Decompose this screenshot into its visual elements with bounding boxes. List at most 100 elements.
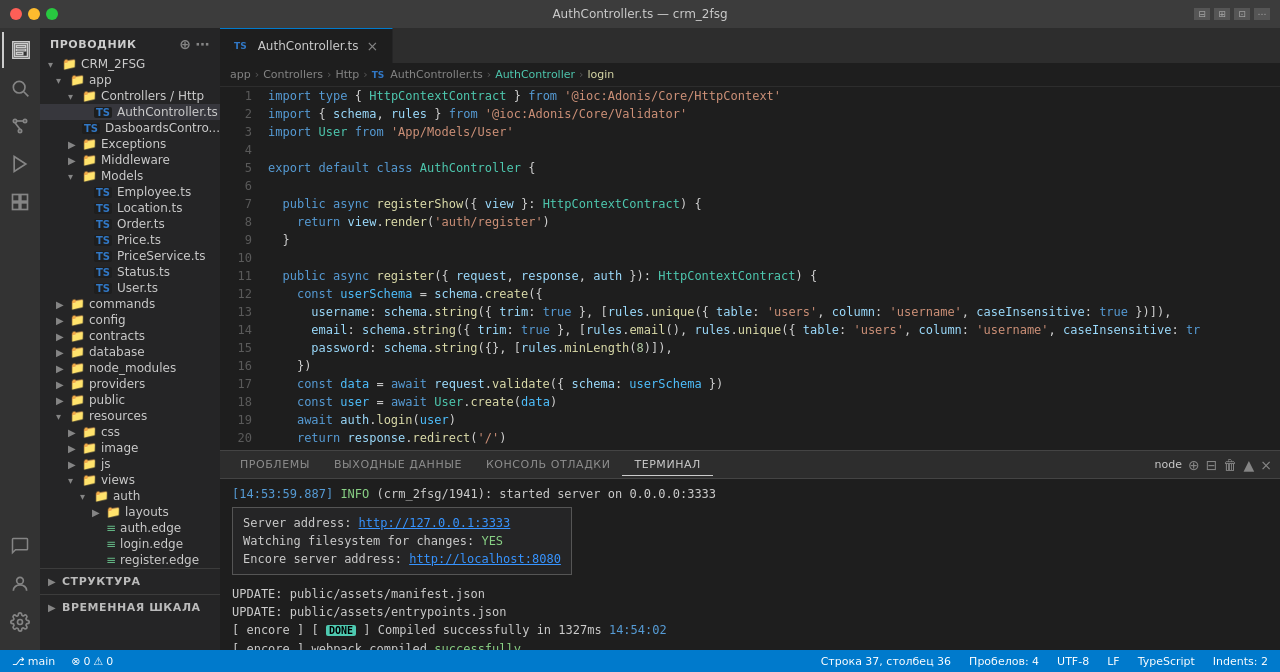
sidebar-item-login-edge[interactable]: ≡ login.edge <box>40 536 220 552</box>
breadcrumb-http[interactable]: Http <box>335 68 359 81</box>
layout-icon[interactable]: ⊟ <box>1194 8 1210 20</box>
code-line-14[interactable]: email: schema.string({ trim: true }, [ru… <box>264 321 1200 339</box>
sidebar-item-node-modules[interactable]: ▶ 📁 node_modules <box>40 360 220 376</box>
tab-problems[interactable]: ПРОБЛЕМЫ <box>228 454 322 475</box>
close-button[interactable] <box>10 8 22 20</box>
sidebar-item-extensions[interactable] <box>2 184 38 220</box>
code-line-2[interactable]: import { schema, rules } from '@ioc:Adon… <box>264 105 1200 123</box>
new-terminal-icon[interactable]: ⊕ <box>1188 457 1200 473</box>
status-git-branch[interactable]: ⎇ main <box>8 655 59 668</box>
minimize-button[interactable] <box>28 8 40 20</box>
code-line-8[interactable]: return view.render('auth/register') <box>264 213 1200 231</box>
sidebar-item-middleware[interactable]: ▶ 📁 Middleware <box>40 152 220 168</box>
code-content[interactable]: import type { HttpContextContract } from… <box>264 87 1200 450</box>
sidebar-item-authcontroller[interactable]: TS AuthController.ts <box>40 104 220 120</box>
sidebar-item-dashboards[interactable]: TS DasboardsContro... <box>40 120 220 136</box>
breadcrumb-app[interactable]: app <box>230 68 251 81</box>
sidebar-item-employee[interactable]: TS Employee.ts <box>40 184 220 200</box>
sidebar-item-commands[interactable]: ▶ 📁 commands <box>40 296 220 312</box>
kill-terminal-icon[interactable]: 🗑 <box>1223 457 1237 473</box>
code-line-3[interactable]: import User from 'App/Models/User' <box>264 123 1200 141</box>
sidebar-item-database[interactable]: ▶ 📁 database <box>40 344 220 360</box>
breadcrumb-method[interactable]: login <box>587 68 614 81</box>
split-terminal-icon[interactable]: ⊟ <box>1206 457 1218 473</box>
sidebar-item-auth[interactable]: ▾ 📁 auth <box>40 488 220 504</box>
terminal-content[interactable]: [14:53:59.887] INFO (crm_2fsg/1941): sta… <box>220 479 1280 650</box>
sidebar-item-layouts[interactable]: ▶ 📁 layouts <box>40 504 220 520</box>
sidebar-item-auth-edge[interactable]: ≡ auth.edge <box>40 520 220 536</box>
status-encoding[interactable]: UTF-8 <box>1053 655 1093 668</box>
split-icon[interactable]: ⊞ <box>1214 8 1230 20</box>
status-spaces[interactable]: Пробелов: 4 <box>965 655 1043 668</box>
new-file-icon[interactable]: ⊕ <box>179 36 191 52</box>
sidebar-item-views[interactable]: ▾ 📁 views <box>40 472 220 488</box>
sidebar-item-register-edge[interactable]: ≡ register.edge <box>40 552 220 568</box>
account-icon[interactable] <box>2 566 38 602</box>
status-indents[interactable]: Indents: 2 <box>1209 655 1272 668</box>
code-line-18[interactable]: const user = await User.create(data) <box>264 393 1200 411</box>
sidebar-item-image[interactable]: ▶ 📁 image <box>40 440 220 456</box>
code-line-4[interactable] <box>264 141 1200 159</box>
sidebar-item-search[interactable] <box>2 70 38 106</box>
code-line-13[interactable]: username: schema.string({ trim: true }, … <box>264 303 1200 321</box>
more-icon[interactable]: ⋯ <box>1254 8 1270 20</box>
code-line-5[interactable]: export default class AuthController { <box>264 159 1200 177</box>
sidebar-item-debug[interactable] <box>2 146 38 182</box>
structure-header[interactable]: ▶ СТРУКТУРА <box>40 573 220 590</box>
tab-terminal[interactable]: ТЕРМИНАЛ <box>622 454 713 476</box>
breadcrumb-file[interactable]: AuthController.ts <box>390 68 482 81</box>
settings-icon[interactable] <box>2 604 38 640</box>
code-line-16[interactable]: }) <box>264 357 1200 375</box>
sidebar-item-models[interactable]: ▾ 📁 Models <box>40 168 220 184</box>
code-line-9[interactable]: } <box>264 231 1200 249</box>
status-line-ending[interactable]: LF <box>1103 655 1123 668</box>
code-line-17[interactable]: const data = await request.validate({ sc… <box>264 375 1200 393</box>
panel-icon[interactable]: ⊡ <box>1234 8 1250 20</box>
sidebar-item-status[interactable]: TS Status.ts <box>40 264 220 280</box>
breadcrumb-class[interactable]: AuthController <box>495 68 575 81</box>
timeline-header[interactable]: ▶ ВРЕМЕННАЯ ШКАЛА <box>40 599 220 616</box>
sidebar-item-priceservice[interactable]: TS PriceService.ts <box>40 248 220 264</box>
code-line-7[interactable]: public async registerShow({ view }: Http… <box>264 195 1200 213</box>
close-panel-icon[interactable]: × <box>1260 457 1272 473</box>
sidebar-item-resources[interactable]: ▾ 📁 resources <box>40 408 220 424</box>
status-position[interactable]: Строка 37, столбец 36 <box>817 655 955 668</box>
code-line-6[interactable] <box>264 177 1200 195</box>
sidebar-item-js[interactable]: ▶ 📁 js <box>40 456 220 472</box>
code-line-12[interactable]: const userSchema = schema.create({ <box>264 285 1200 303</box>
tab-close-icon[interactable]: × <box>364 38 380 54</box>
sidebar-item-controllers-http[interactable]: ▾ 📁 Controllers / Http <box>40 88 220 104</box>
code-line-1[interactable]: import type { HttpContextContract } from… <box>264 87 1200 105</box>
tab-output[interactable]: ВЫХОДНЫЕ ДАННЫЕ <box>322 454 474 475</box>
status-errors[interactable]: ⊗ 0 ⚠ 0 <box>67 655 117 668</box>
status-language[interactable]: TypeScript <box>1134 655 1199 668</box>
remote-icon[interactable] <box>2 528 38 564</box>
code-line-10[interactable] <box>264 249 1200 267</box>
sidebar-item-contracts[interactable]: ▶ 📁 contracts <box>40 328 220 344</box>
tab-authcontroller[interactable]: TS AuthController.ts × <box>220 28 393 63</box>
sidebar-item-source-control[interactable] <box>2 108 38 144</box>
sidebar-item-order[interactable]: TS Order.ts <box>40 216 220 232</box>
sidebar-item-providers[interactable]: ▶ 📁 providers <box>40 376 220 392</box>
sidebar-item-app[interactable]: ▾ 📁 app <box>40 72 220 88</box>
code-editor[interactable]: 1234567891011121314151617181920212223242… <box>220 87 1280 450</box>
sidebar-item-config[interactable]: ▶ 📁 config <box>40 312 220 328</box>
maximize-panel-icon[interactable]: ▲ <box>1243 457 1254 473</box>
more-actions-icon[interactable]: ⋯ <box>195 36 210 52</box>
sidebar-item-css[interactable]: ▶ 📁 css <box>40 424 220 440</box>
breadcrumb-controllers[interactable]: Controllers <box>263 68 323 81</box>
sidebar-item-crm2fsg[interactable]: ▾ 📁 CRM_2FSG <box>40 56 220 72</box>
tab-debug-console[interactable]: КОНСОЛЬ ОТЛАДКИ <box>474 454 622 475</box>
sidebar-item-price[interactable]: TS Price.ts <box>40 232 220 248</box>
code-line-11[interactable]: public async register({ request, respons… <box>264 267 1200 285</box>
code-line-20[interactable]: return response.redirect('/') <box>264 429 1200 447</box>
code-line-19[interactable]: await auth.login(user) <box>264 411 1200 429</box>
sidebar-item-location[interactable]: TS Location.ts <box>40 200 220 216</box>
code-line-15[interactable]: password: schema.string({}, [rules.minLe… <box>264 339 1200 357</box>
maximize-button[interactable] <box>46 8 58 20</box>
sidebar-item-user[interactable]: TS User.ts <box>40 280 220 296</box>
sidebar-item-explorer[interactable] <box>2 32 38 68</box>
sidebar-item-exceptions[interactable]: ▶ 📁 Exceptions <box>40 136 220 152</box>
code-line-21[interactable]: } <box>264 447 1200 450</box>
sidebar-item-public[interactable]: ▶ 📁 public <box>40 392 220 408</box>
